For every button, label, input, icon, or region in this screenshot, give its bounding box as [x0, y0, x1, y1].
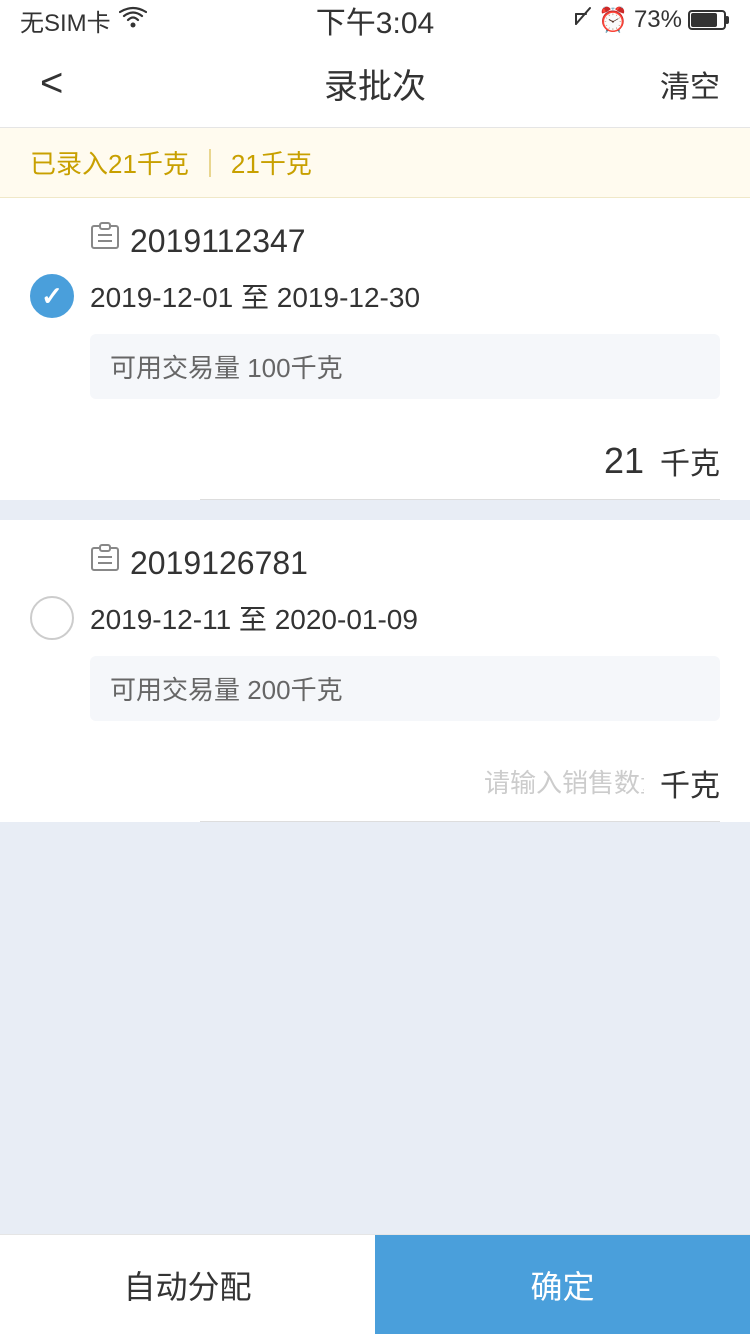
battery-icon [688, 9, 730, 31]
batch-date-row-2: 2019-12-11 至 2020-01-09 [30, 596, 720, 640]
section-divider [0, 500, 750, 520]
status-right: ⏰ 73% [574, 6, 730, 35]
amount-row-1: 千克 [0, 419, 750, 499]
batch-qty-2: 可用交易量 200千克 [90, 656, 720, 721]
batch-id-row-2: 2019126781 [30, 544, 720, 582]
amount-unit-2: 千克 [660, 761, 720, 805]
clear-button[interactable]: 清空 [660, 62, 720, 106]
summary-bar: 已录入21千克 21千克 [0, 128, 750, 198]
confirm-button[interactable]: 确定 [375, 1235, 750, 1334]
location-icon [574, 6, 592, 35]
batch-radio-2[interactable] [30, 596, 74, 640]
back-button[interactable]: < [30, 51, 73, 116]
batch-icon-2 [90, 544, 120, 582]
status-time: 下午3:04 [316, 0, 434, 42]
status-bar: 无SIM卡 下午3:04 ⏰ 73% [0, 0, 750, 40]
footer: 自动分配 确定 [0, 1234, 750, 1334]
summary-entered-label: 已录入21千克 [30, 144, 189, 181]
wifi-icon [119, 6, 147, 35]
auto-distribute-button[interactable]: 自动分配 [0, 1235, 375, 1334]
batch-date-row-1: 2019-12-01 至 2019-12-30 [30, 274, 720, 318]
batch-qty-1: 可用交易量 100千克 [90, 334, 720, 399]
batch-item-2: 2019126781 2019-12-11 至 2020-01-09 可用交易量… [0, 520, 750, 822]
batch-id-2: 2019126781 [130, 545, 308, 582]
batch-radio-1[interactable] [30, 274, 74, 318]
summary-value: 21千克 [231, 144, 312, 181]
batch-date-2: 2019-12-11 至 2020-01-09 [90, 598, 418, 638]
batch-id-row-1: 2019112347 [30, 222, 720, 260]
summary-divider [209, 149, 211, 177]
batch-icon-1 [90, 222, 120, 260]
batch-item-1: 2019112347 2019-12-01 至 2019-12-30 可用交易量… [0, 198, 750, 500]
amount-input-2[interactable] [484, 768, 644, 799]
status-left: 无SIM卡 [20, 3, 147, 38]
alarm-icon: ⏰ [598, 6, 628, 35]
amount-row-2: 千克 [0, 741, 750, 821]
amount-input-1[interactable] [484, 440, 644, 482]
page-title: 录批次 [324, 59, 426, 108]
nav-bar: < 录批次 清空 [0, 40, 750, 128]
amount-unit-1: 千克 [660, 439, 720, 483]
batch-date-1: 2019-12-01 至 2019-12-30 [90, 276, 420, 316]
batch-id-1: 2019112347 [130, 223, 306, 260]
carrier-text: 无SIM卡 [20, 3, 111, 38]
battery-percent: 73% [634, 6, 682, 34]
